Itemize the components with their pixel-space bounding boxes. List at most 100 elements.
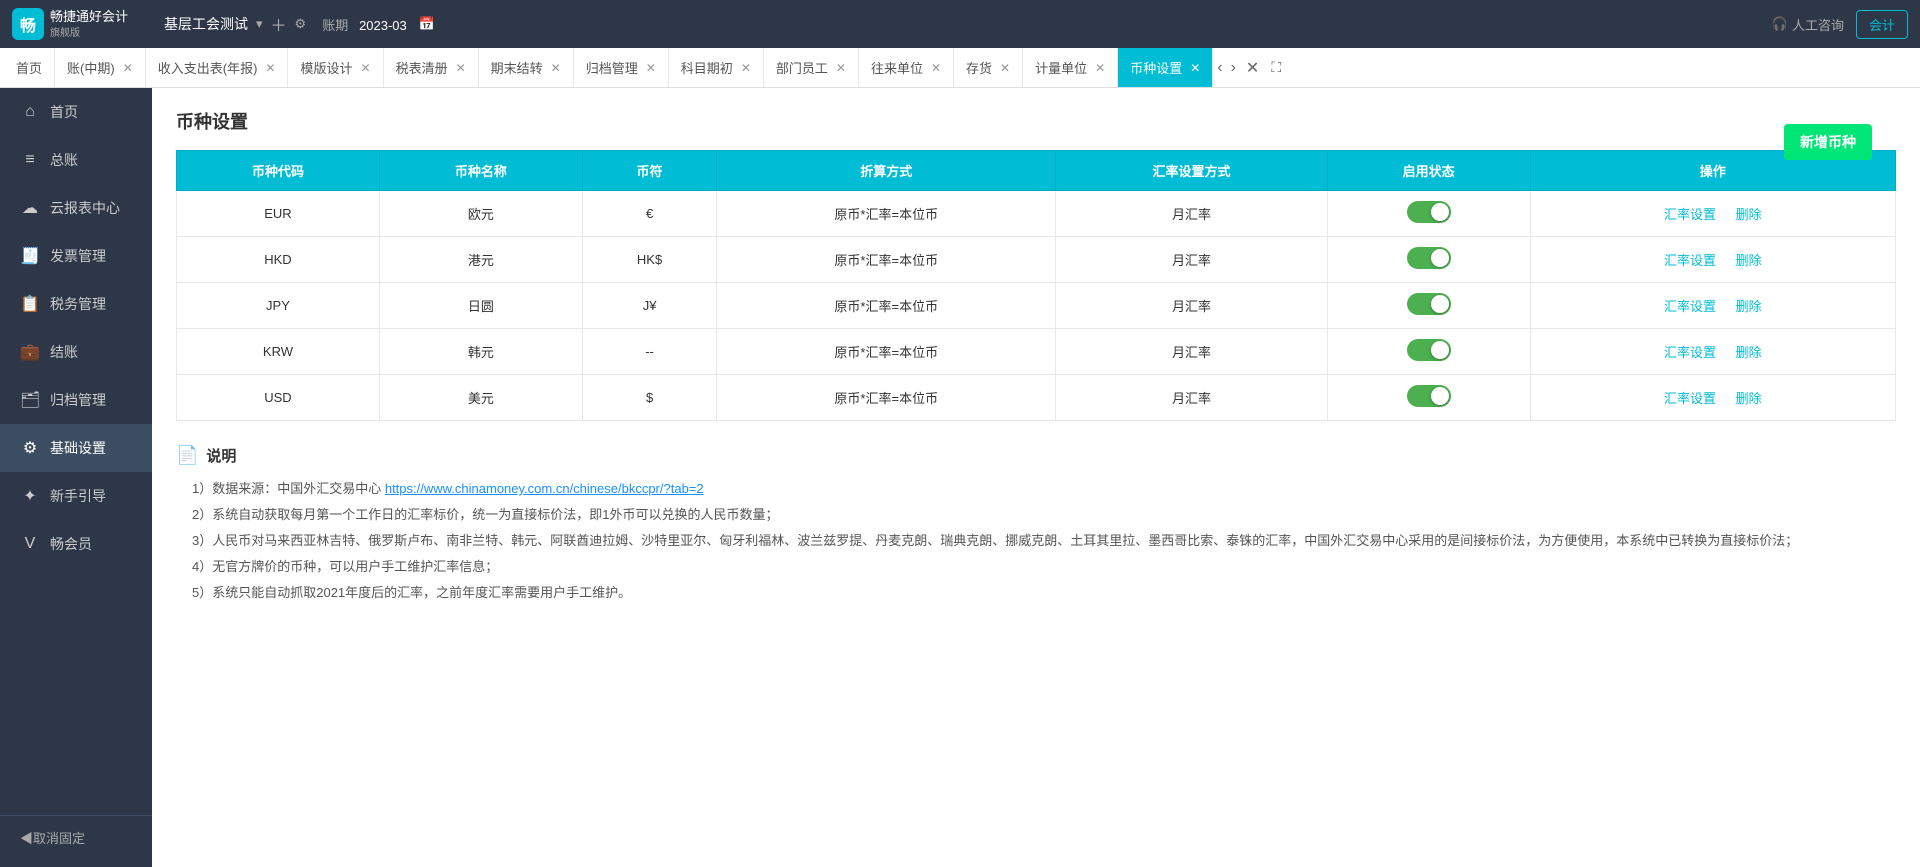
logo-icon: 畅 xyxy=(12,8,44,40)
support-link[interactable]: 🎧 人工咨询 xyxy=(1772,15,1844,34)
cell-name: 日圆 xyxy=(379,283,582,329)
cell-symbol: J¥ xyxy=(582,283,716,329)
rate-setting-link[interactable]: 汇率设置 xyxy=(1664,345,1716,360)
cell-rate-type: 月汇率 xyxy=(1056,191,1327,237)
sidebar-item-member[interactable]: V 畅会员 xyxy=(0,520,152,568)
tab-archive-mgmt[interactable]: 归档管理 ✕ xyxy=(574,48,669,88)
sidebar: ⌂ 首页 ≡ 总账 ☁ 云报表中心 🧾 发票管理 📋 税务管理 💼 结账 🗂 归… xyxy=(0,88,152,867)
new-currency-button[interactable]: 新增币种 xyxy=(1784,124,1872,160)
sidebar-item-guide[interactable]: ✦ 新手引导 xyxy=(0,472,152,520)
period-label: 账期 2023-03 xyxy=(322,15,407,34)
tab-close-icon[interactable]: ✕ xyxy=(931,61,941,75)
delete-link[interactable]: 删除 xyxy=(1736,391,1762,406)
top-header: 畅 畅捷通好会计 旗舰版 基层工会测试 ▾ ＋ ⚙ 账期 2023-03 📅 🎧… xyxy=(0,0,1920,48)
delete-link[interactable]: 删除 xyxy=(1736,207,1762,222)
cell-actions: 汇率设置 删除 xyxy=(1530,375,1895,421)
archive-icon: 🗂 xyxy=(20,390,40,410)
sidebar-item-ledger[interactable]: ≡ 总账 xyxy=(0,136,152,184)
tab-close-icon[interactable]: ✕ xyxy=(1000,61,1010,75)
headset-icon: 🎧 xyxy=(1772,16,1788,32)
tab-close-icon[interactable]: ✕ xyxy=(551,61,561,75)
status-toggle[interactable] xyxy=(1407,247,1451,269)
tab-home[interactable]: 首页 xyxy=(4,48,55,88)
header-right: 🎧 人工咨询 会计 xyxy=(1772,10,1908,39)
toggle-knob xyxy=(1431,341,1449,359)
tab-dept-staff[interactable]: 部门员工 ✕ xyxy=(764,48,859,88)
company-dropdown-icon[interactable]: ▾ xyxy=(256,16,263,32)
note-item: 5）系统只能自动抓取2021年度后的汇率，之前年度汇率需要用户手工维护。 xyxy=(176,580,1896,606)
status-toggle[interactable] xyxy=(1407,201,1451,223)
tab-close-all-button[interactable]: ✕ xyxy=(1240,48,1265,88)
tab-close-icon[interactable]: ✕ xyxy=(456,61,466,75)
table-row: EUR 欧元 € 原币*汇率=本位币 月汇率 汇率设置 删除 xyxy=(177,191,1896,237)
rate-setting-link[interactable]: 汇率设置 xyxy=(1664,391,1716,406)
main-layout: ⌂ 首页 ≡ 总账 ☁ 云报表中心 🧾 发票管理 📋 税务管理 💼 结账 🗂 归… xyxy=(0,88,1920,867)
note-link[interactable]: https://www.chinamoney.com.cn/chinese/bk… xyxy=(385,481,704,496)
status-toggle[interactable] xyxy=(1407,339,1451,361)
cell-name: 港元 xyxy=(379,237,582,283)
note-item: 1）数据来源：中国外汇交易中心 https://www.chinamoney.c… xyxy=(176,476,1896,502)
sidebar-item-tax[interactable]: 📋 税务管理 xyxy=(0,280,152,328)
delete-link[interactable]: 删除 xyxy=(1736,299,1762,314)
cell-name: 美元 xyxy=(379,375,582,421)
tab-close-icon[interactable]: ✕ xyxy=(123,61,133,75)
sidebar-item-archive[interactable]: 🗂 归档管理 xyxy=(0,376,152,424)
tab-close-icon[interactable]: ✕ xyxy=(361,61,371,75)
guide-icon: ✦ xyxy=(20,486,40,506)
header-center: 基层工会测试 ▾ ＋ ⚙ 账期 2023-03 📅 xyxy=(164,12,1772,36)
logo-text: 畅捷通好会计 旗舰版 xyxy=(50,9,128,40)
cell-status xyxy=(1327,237,1530,283)
settings-icon[interactable]: ⚙ xyxy=(295,16,307,32)
tab-inventory[interactable]: 存货 ✕ xyxy=(954,48,1023,88)
tab-close-icon[interactable]: ✕ xyxy=(741,61,751,75)
member-icon: V xyxy=(20,535,40,553)
tab-template-design[interactable]: 模版设计 ✕ xyxy=(288,48,383,88)
page-header: 币种设置 新增币种 xyxy=(176,108,1896,134)
tab-subject-init[interactable]: 科目期初 ✕ xyxy=(669,48,764,88)
tab-expand-button[interactable]: ⛶ xyxy=(1265,48,1287,88)
tab-close-icon[interactable]: ✕ xyxy=(646,61,656,75)
main-content: 币种设置 新增币种 币种代码 币种名称 币符 折算方式 汇率设置方式 启用状态 … xyxy=(152,88,1920,867)
status-toggle[interactable] xyxy=(1407,385,1451,407)
tab-close-active-icon[interactable]: ✕ xyxy=(1190,61,1200,75)
user-button[interactable]: 会计 xyxy=(1856,10,1908,39)
calendar-icon[interactable]: 📅 xyxy=(419,16,435,32)
cell-calc: 原币*汇率=本位币 xyxy=(717,191,1056,237)
page-title: 币种设置 xyxy=(176,108,1896,134)
sidebar-item-settle[interactable]: 💼 结账 xyxy=(0,328,152,376)
toggle-knob xyxy=(1431,203,1449,221)
sidebar-item-basic[interactable]: ⚙ 基础设置 xyxy=(0,424,152,472)
delete-link[interactable]: 删除 xyxy=(1736,253,1762,268)
sidebar-pin-button[interactable]: ◀取消固定 xyxy=(0,816,152,859)
tab-income-report[interactable]: 收入支出表(年报) ✕ xyxy=(146,48,289,88)
cell-symbol: € xyxy=(582,191,716,237)
rate-setting-link[interactable]: 汇率设置 xyxy=(1664,207,1716,222)
sidebar-item-home[interactable]: ⌂ 首页 xyxy=(0,88,152,136)
sidebar-item-invoice[interactable]: 🧾 发票管理 xyxy=(0,232,152,280)
cell-rate-type: 月汇率 xyxy=(1056,237,1327,283)
tab-close-icon[interactable]: ✕ xyxy=(836,61,846,75)
tab-prev-button[interactable]: ‹ xyxy=(1213,48,1226,88)
col-status: 启用状态 xyxy=(1327,151,1530,191)
delete-link[interactable]: 删除 xyxy=(1736,345,1762,360)
cell-actions: 汇率设置 删除 xyxy=(1530,283,1895,329)
rate-setting-link[interactable]: 汇率设置 xyxy=(1664,253,1716,268)
tab-currency[interactable]: 币种设置 ✕ xyxy=(1118,48,1213,88)
status-toggle[interactable] xyxy=(1407,293,1451,315)
cell-status xyxy=(1327,191,1530,237)
cell-calc: 原币*汇率=本位币 xyxy=(717,283,1056,329)
col-symbol: 币符 xyxy=(582,151,716,191)
cell-symbol: HK$ xyxy=(582,237,716,283)
tab-unit[interactable]: 计量单位 ✕ xyxy=(1023,48,1118,88)
tab-close-icon[interactable]: ✕ xyxy=(265,61,275,75)
note-icon: 📄 xyxy=(176,445,198,466)
tab-contacts[interactable]: 往来单位 ✕ xyxy=(859,48,954,88)
tab-next-button[interactable]: › xyxy=(1227,48,1240,88)
tab-period-end[interactable]: 期末结转 ✕ xyxy=(479,48,574,88)
add-tab-icon[interactable]: ＋ xyxy=(271,12,287,36)
tab-ledger-mid[interactable]: 账(中期) ✕ xyxy=(55,48,146,88)
tab-close-icon[interactable]: ✕ xyxy=(1095,61,1105,75)
tab-tax-list[interactable]: 税表清册 ✕ xyxy=(384,48,479,88)
sidebar-item-reports[interactable]: ☁ 云报表中心 xyxy=(0,184,152,232)
rate-setting-link[interactable]: 汇率设置 xyxy=(1664,299,1716,314)
